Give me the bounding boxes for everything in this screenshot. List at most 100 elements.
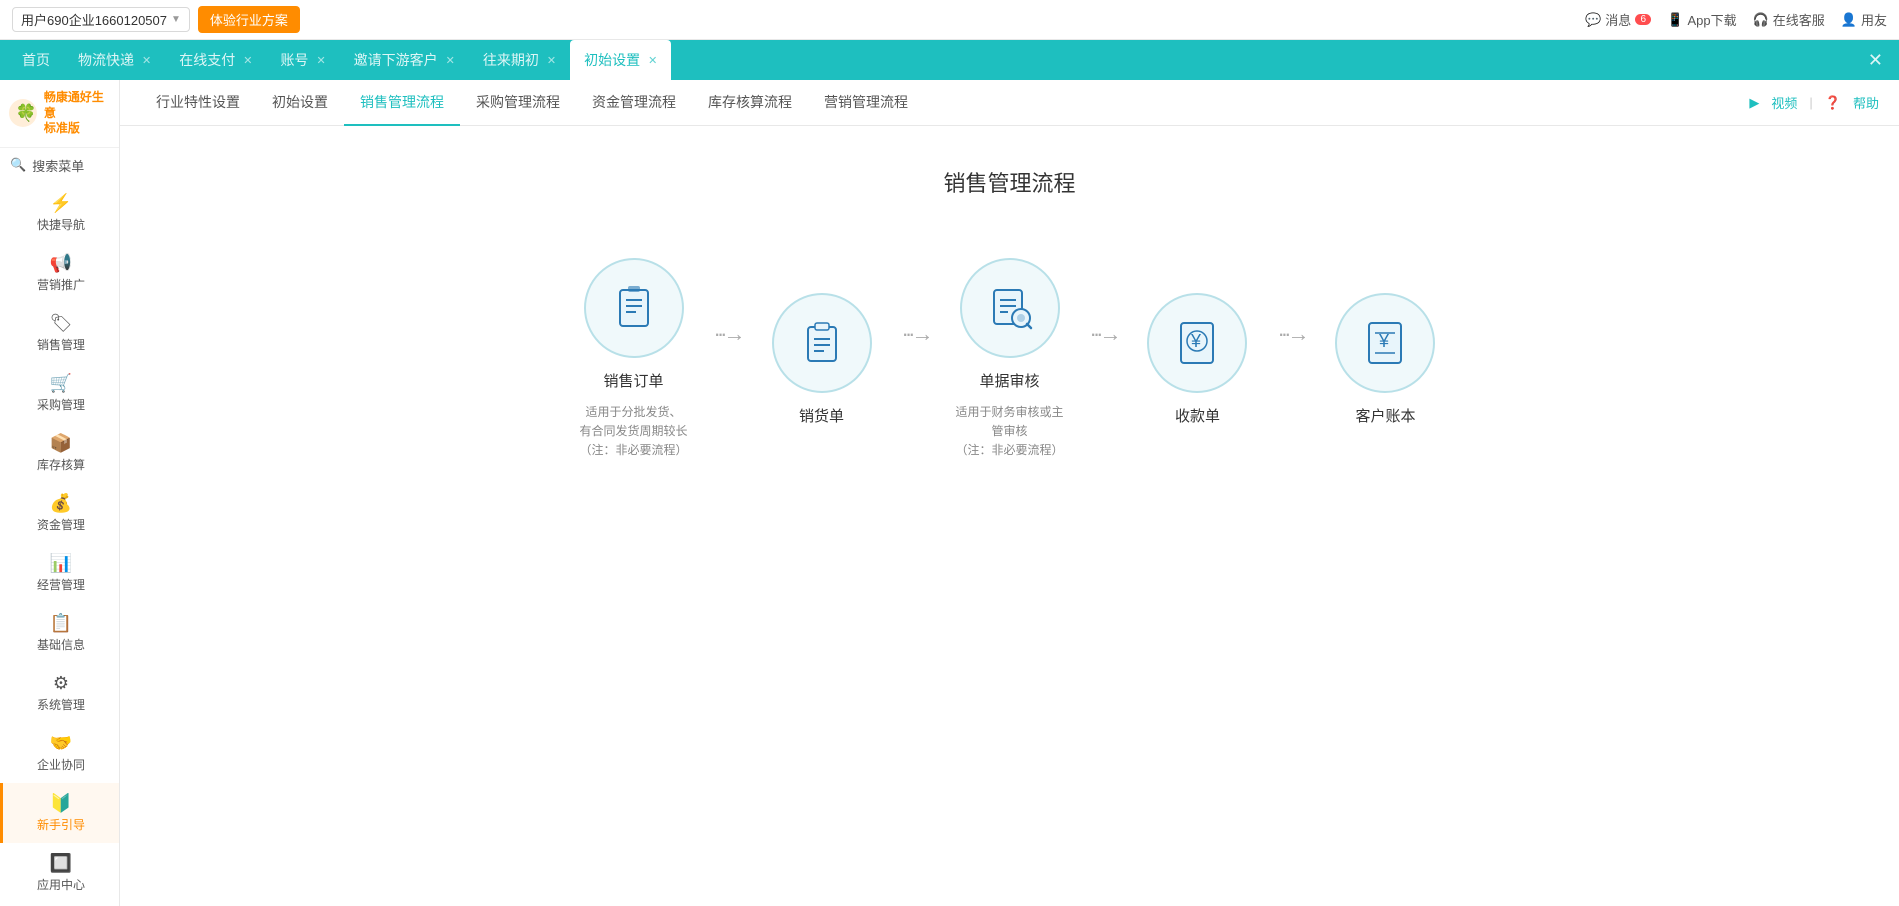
sidebar-item-quick-nav[interactable]: ⚡ 快捷导航: [0, 183, 119, 243]
flow-step-circle: [584, 258, 684, 358]
app-download-label: App下载: [1687, 10, 1736, 29]
sub-tab-初始设置[interactable]: 初始设置: [256, 80, 344, 126]
trial-button[interactable]: 体验行业方案: [198, 6, 300, 33]
flow-arrow-1: ···→: [714, 321, 742, 347]
flow-step-account[interactable]: ¥ 客户账本: [1315, 293, 1455, 426]
search-menu[interactable]: 🔍 搜索菜单: [0, 148, 119, 183]
nav-tab-label: 物流快递: [78, 50, 134, 70]
sidebar-item-label: 企业协同: [37, 756, 85, 773]
message-badge: 6: [1635, 14, 1651, 25]
sidebar-item-label: 采购管理: [37, 396, 85, 413]
flow-step-desc: 适用于财务审核或主管审核（注：非必要流程）: [955, 403, 1063, 461]
sidebar-item-operation[interactable]: 📊 经营管理: [0, 543, 119, 603]
sub-tab-right-actions: ▶ 视频 | ❓ 帮助: [1749, 93, 1879, 112]
content-area: 行业特性设置初始设置销售管理流程采购管理流程资金管理流程库存核算流程营销管理流程…: [120, 80, 1899, 906]
message-button[interactable]: 💬 消息 6: [1585, 10, 1651, 29]
sidebar-item-finance[interactable]: 💰 资金管理: [0, 483, 119, 543]
sidebar-item-label: 系统管理: [37, 696, 85, 713]
close-tab-icon[interactable]: ✕: [142, 54, 151, 67]
system-icon: ⚙: [53, 673, 69, 694]
inventory-icon: 📦: [50, 433, 72, 454]
search-menu-label: 搜索菜单: [32, 156, 84, 175]
user-name-label: 用友: [1861, 10, 1887, 29]
nav-tab-label: 邀请下游客户: [354, 50, 438, 70]
nav-tab-邀请下游客户[interactable]: 邀请下游客户 ✕: [340, 40, 469, 80]
sub-tab-库存核算流程[interactable]: 库存核算流程: [692, 80, 808, 126]
flow-step-name: 销货单: [799, 405, 844, 426]
sidebar-item-label: 库存核算: [37, 456, 85, 473]
nav-tab-物流快递[interactable]: 物流快递 ✕: [64, 40, 165, 80]
nav-tabs: 首页 物流快递 ✕ 在线支付 ✕ 账号 ✕ 邀请下游客户 ✕ 往来期初 ✕ 初始设置 ✕ ✕: [0, 40, 1899, 80]
sidebar-item-newbie[interactable]: 🔰 新手引导: [0, 783, 119, 843]
sidebar-item-label: 基础信息: [37, 636, 85, 653]
close-tab-icon[interactable]: ✕: [446, 54, 455, 67]
sidebar-item-system[interactable]: ⚙ 系统管理: [0, 663, 119, 723]
nav-tab-往来期初[interactable]: 往来期初 ✕: [469, 40, 570, 80]
sidebar-item-label: 营销推广: [37, 276, 85, 293]
flow-arrow-3: ···→: [1090, 321, 1118, 347]
sidebar-logo: 🍀 畅康通好生意标准版: [0, 80, 119, 148]
flow-content: 销售管理流程 销售订单 适用于分批发货、有合同发货周期较长（注：非必要流程） ·…: [120, 126, 1899, 906]
message-icon: 💬: [1585, 12, 1601, 28]
nav-tab-label: 初始设置: [584, 50, 640, 70]
flow-step-receipt[interactable]: ¥ 收款单: [1127, 293, 1267, 426]
nav-tab-账号[interactable]: 账号 ✕: [266, 40, 339, 80]
sub-tab-行业特性设置[interactable]: 行业特性设置: [140, 80, 256, 126]
enterprise-coop-icon: 🤝: [50, 733, 72, 754]
sidebar-item-marketing[interactable]: 📢 营销推广: [0, 243, 119, 303]
top-bar-left: 用户690企业1660120507 ▼ 体验行业方案: [12, 6, 300, 33]
help-icon: ❓: [1825, 95, 1841, 111]
logo-text: 畅康通好生意标准版: [44, 90, 111, 137]
sub-tab-营销管理流程[interactable]: 营销管理流程: [808, 80, 924, 126]
flow-step-sales-order[interactable]: 销售订单 适用于分批发货、有合同发货周期较长（注：非必要流程）: [564, 258, 704, 461]
flow-step-circle: [772, 293, 872, 393]
close-tab-icon[interactable]: ✕: [547, 54, 556, 67]
marketing-icon: 📢: [50, 253, 72, 274]
sidebar-item-enterprise-coop[interactable]: 🤝 企业协同: [0, 723, 119, 783]
nav-tab-label: 在线支付: [179, 50, 235, 70]
flow-arrow-2: ···→: [902, 321, 930, 347]
sub-tab-资金管理流程[interactable]: 资金管理流程: [576, 80, 692, 126]
flow-steps: 销售订单 适用于分批发货、有合同发货周期较长（注：非必要流程） ···→ 销货单…: [564, 258, 1456, 461]
nav-tab-label: 首页: [22, 50, 50, 70]
nav-tab-首页[interactable]: 首页: [8, 40, 64, 80]
sub-tab-采购管理流程[interactable]: 采购管理流程: [460, 80, 576, 126]
help-label[interactable]: 帮助: [1853, 93, 1879, 112]
sidebar-item-basic[interactable]: 📋 基础信息: [0, 603, 119, 663]
flow-step-sales-delivery[interactable]: 销货单: [752, 293, 892, 426]
nav-tab-在线支付[interactable]: 在线支付 ✕: [165, 40, 266, 80]
headset-icon: 🎧: [1753, 12, 1769, 28]
search-icon: 🔍: [10, 157, 26, 173]
main-layout: 🍀 畅康通好生意标准版 🔍 搜索菜单 ⚡ 快捷导航 📢 营销推广 🏷 销售管理 …: [0, 80, 1899, 906]
nav-tab-初始设置[interactable]: 初始设置 ✕: [570, 40, 671, 80]
top-bar: 用户690企业1660120507 ▼ 体验行业方案 💬 消息 6 📱 App下…: [0, 0, 1899, 40]
sidebar-item-app-center[interactable]: 🔲 应用中心: [0, 843, 119, 903]
close-tab-icon[interactable]: ✕: [243, 54, 252, 67]
svg-text:¥: ¥: [1378, 331, 1390, 351]
sidebar-item-inventory[interactable]: 📦 库存核算: [0, 423, 119, 483]
nav-tab-label: 账号: [280, 50, 308, 70]
message-label: 消息: [1605, 10, 1631, 29]
sidebar-item-sales[interactable]: 🏷 销售管理: [0, 303, 119, 363]
online-service-button[interactable]: 🎧 在线客服: [1753, 10, 1825, 29]
finance-icon: 💰: [50, 493, 72, 514]
flow-step-name: 销售订单: [604, 370, 664, 391]
close-tab-icon[interactable]: ✕: [648, 54, 657, 67]
sub-tab-销售管理流程[interactable]: 销售管理流程: [344, 80, 460, 126]
user-selector[interactable]: 用户690企业1660120507 ▼: [12, 7, 190, 32]
sidebar-item-purchase[interactable]: 🛒 采购管理: [0, 363, 119, 423]
svg-text:🍀: 🍀: [15, 103, 36, 123]
sidebar: 🍀 畅康通好生意标准版 🔍 搜索菜单 ⚡ 快捷导航 📢 营销推广 🏷 销售管理 …: [0, 80, 120, 906]
flow-step-circle: ¥: [1147, 293, 1247, 393]
purchase-icon: 🛒: [50, 373, 72, 394]
user-avatar-button[interactable]: 👤 用友: [1841, 10, 1887, 29]
newbie-icon: 🔰: [50, 793, 72, 814]
nav-tab-label: 往来期初: [483, 50, 539, 70]
app-download-button[interactable]: 📱 App下载: [1667, 10, 1736, 29]
close-tab-icon[interactable]: ✕: [316, 54, 325, 67]
flow-arrow-4: ···→: [1277, 321, 1305, 347]
sidebar-item-label: 销售管理: [37, 336, 85, 353]
flow-step-review[interactable]: 单据审核 适用于财务审核或主管审核（注：非必要流程）: [940, 258, 1080, 461]
video-label[interactable]: 视频: [1771, 93, 1797, 112]
close-all-tabs-button[interactable]: ✕: [1860, 50, 1891, 71]
